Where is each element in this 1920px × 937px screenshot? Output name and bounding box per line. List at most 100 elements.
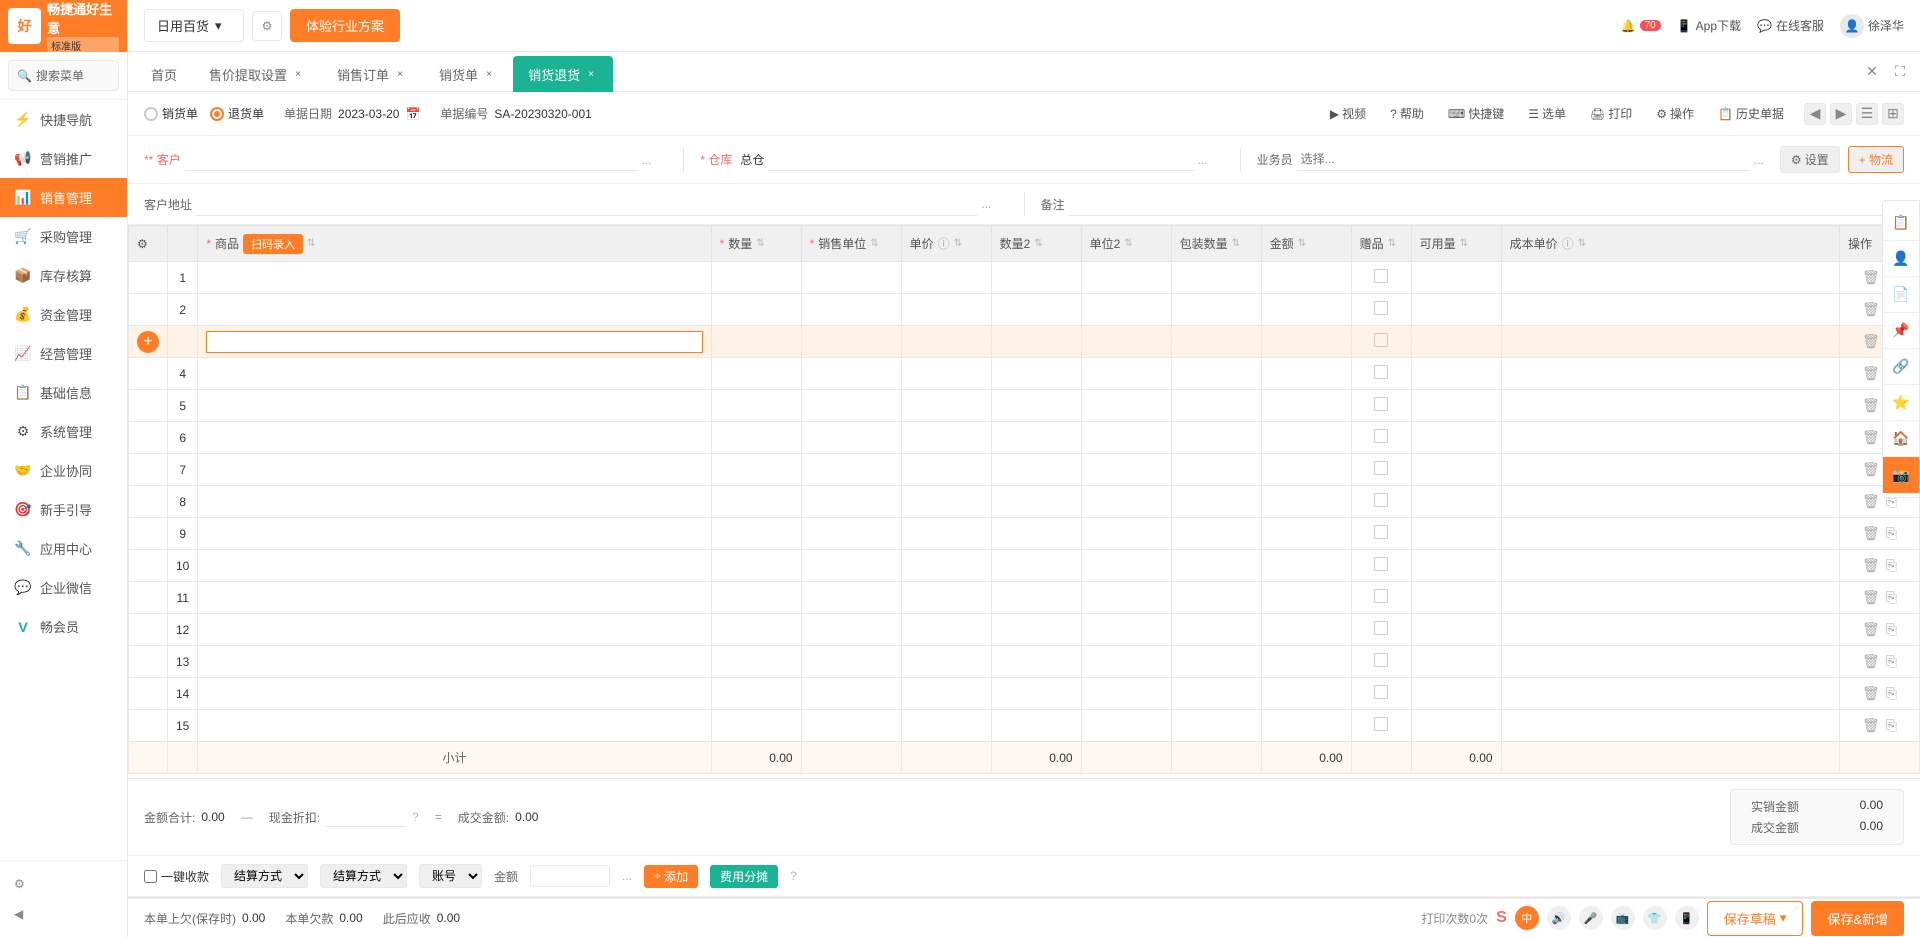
account-method-select[interactable]: 结算方式 xyxy=(221,864,308,888)
payment-help-icon[interactable]: ? xyxy=(790,869,797,883)
product-input-3[interactable] xyxy=(206,331,702,353)
delete-row-icon-1[interactable]: 🗑 xyxy=(1862,269,1880,286)
sort-unit2-icon[interactable]: ⇅ xyxy=(1124,238,1132,249)
sidebar-settings[interactable]: ⚙ xyxy=(0,869,127,899)
delete-icon[interactable]: 🗑 xyxy=(1862,397,1880,414)
logistics-btn[interactable]: + 物流 xyxy=(1848,146,1904,173)
user-avatar[interactable]: 👤 徐泽华 xyxy=(1840,14,1904,38)
sort-avail-icon[interactable]: ⇅ xyxy=(1460,238,1468,249)
address-picker-btn[interactable]: ... xyxy=(981,197,991,211)
search-menu-button[interactable]: 🔍 搜索菜单 xyxy=(8,60,119,91)
delete-icon[interactable]: 🗑 xyxy=(1862,557,1880,574)
fee-split-btn[interactable]: 费用分摊 xyxy=(710,865,778,888)
industry-selector[interactable]: 日用百货 ▾ xyxy=(144,9,244,42)
row-price-2[interactable] xyxy=(901,294,991,326)
address-input[interactable] xyxy=(196,193,977,216)
customer-input[interactable] xyxy=(185,148,638,171)
row-avail-2[interactable] xyxy=(1411,294,1501,326)
row-product-3[interactable] xyxy=(198,326,711,358)
delete-icon[interactable]: 🗑 xyxy=(1862,589,1880,606)
sidebar-item-basic-info[interactable]: 📋 基础信息 xyxy=(0,373,127,412)
delete-icon[interactable]: 🗑 xyxy=(1862,525,1880,542)
payment-amount-input[interactable] xyxy=(530,865,610,887)
view-list-btn[interactable]: ☰ xyxy=(1856,103,1878,125)
copy-icon[interactable]: ⎘ xyxy=(1886,589,1897,606)
prev-record-btn[interactable]: ◀ xyxy=(1804,103,1826,125)
row-avail-1[interactable] xyxy=(1411,262,1501,294)
tab-sale-return[interactable]: 销货退货 × xyxy=(513,56,613,92)
radio-return[interactable]: 退货单 xyxy=(210,105,264,122)
sort-qty2-icon[interactable]: ⇅ xyxy=(1034,238,1042,249)
scan-enter-btn[interactable]: 扫码录入 xyxy=(243,234,303,254)
sort-gift-icon[interactable]: ⇅ xyxy=(1388,238,1396,249)
tab-home[interactable]: 首页 xyxy=(136,56,192,92)
row-pkg-3[interactable] xyxy=(1171,326,1261,358)
row-price-1[interactable] xyxy=(901,262,991,294)
row-gift-3[interactable] xyxy=(1351,326,1411,358)
delete-icon[interactable]: 🗑 xyxy=(1862,621,1880,638)
print-action[interactable]: 🖨 打印 xyxy=(1582,102,1640,125)
sidebar-item-inventory[interactable]: 📦 库存核算 xyxy=(0,256,127,295)
row-cost-3[interactable] xyxy=(1501,326,1839,358)
row-cost-2[interactable] xyxy=(1501,294,1839,326)
delete-icon[interactable]: 🗑 xyxy=(1862,493,1880,510)
sidebar-item-finance[interactable]: 💰 资金管理 xyxy=(0,295,127,334)
rt-clipboard[interactable]: 📋 xyxy=(1883,205,1919,241)
sidebar-item-operations[interactable]: 📈 经营管理 xyxy=(0,334,127,373)
notes-input[interactable] xyxy=(1069,193,1888,216)
sys-icon-3[interactable]: 🔊 xyxy=(1547,906,1571,930)
row-product-1[interactable] xyxy=(198,262,711,294)
sort-product-icon[interactable]: ⇅ xyxy=(307,238,315,249)
row-qty2-1[interactable] xyxy=(991,262,1081,294)
delete-icon[interactable]: 🗑 xyxy=(1862,461,1880,478)
sort-pkg-icon[interactable]: ⇅ xyxy=(1232,238,1240,249)
row-qty-1[interactable] xyxy=(711,262,801,294)
sidebar-item-wechat[interactable]: 💬 企业微信 xyxy=(0,568,127,607)
row-amount-3[interactable] xyxy=(1261,326,1351,358)
add-row-btn[interactable]: + xyxy=(137,331,159,353)
help-action[interactable]: ? 帮助 xyxy=(1382,102,1432,125)
row-unit-1[interactable] xyxy=(801,262,901,294)
sidebar-item-app-center[interactable]: 🔧 应用中心 xyxy=(0,529,127,568)
sort-price-icon[interactable]: ⇅ xyxy=(954,238,962,249)
tab-close-sales-order[interactable]: × xyxy=(393,67,407,81)
rt-home[interactable]: 🏠 xyxy=(1883,421,1919,457)
delete-icon[interactable]: 🗑 xyxy=(1862,685,1880,702)
calendar-icon[interactable]: 📅 xyxy=(405,107,420,121)
row-qty-2[interactable] xyxy=(711,294,801,326)
row-unit2-3[interactable] xyxy=(1081,326,1171,358)
staff-input[interactable] xyxy=(1297,148,1750,171)
delete-row-icon-2[interactable]: 🗑 xyxy=(1862,301,1880,318)
delete-icon[interactable]: 🗑 xyxy=(1862,653,1880,670)
online-service-link[interactable]: 💬 在线客服 xyxy=(1757,17,1824,34)
rt-camera[interactable]: 📸 xyxy=(1883,457,1919,493)
tab-close-sale[interactable]: × xyxy=(482,67,496,81)
copy-icon[interactable]: ⎘ xyxy=(1886,621,1897,638)
row-product-2[interactable] xyxy=(198,294,711,326)
row-avail-3[interactable] xyxy=(1411,326,1501,358)
sidebar-item-marketing[interactable]: 📢 营销推广 xyxy=(0,139,127,178)
delete-icon[interactable]: 🗑 xyxy=(1862,365,1880,382)
sort-amount-icon[interactable]: ⇅ xyxy=(1298,238,1306,249)
copy-icon[interactable]: ⎘ xyxy=(1886,525,1897,542)
discount-input[interactable] xyxy=(326,808,406,827)
sidebar-collapse[interactable]: ◀ xyxy=(0,899,127,929)
row-unit-2[interactable] xyxy=(801,294,901,326)
delete-row-icon-3[interactable]: 🗑 xyxy=(1862,333,1880,350)
row-unit2-2[interactable] xyxy=(1081,294,1171,326)
copy-icon[interactable]: ⎘ xyxy=(1886,717,1897,734)
row-qty-3[interactable] xyxy=(711,326,801,358)
copy-icon[interactable]: ⎘ xyxy=(1886,653,1897,670)
row-qty2-3[interactable] xyxy=(991,326,1081,358)
doc-settings-btn[interactable]: ⚙ 设置 xyxy=(1780,146,1840,173)
tab-close-price-extract[interactable]: × xyxy=(291,67,305,81)
sidebar-item-sales[interactable]: 📊 销售管理 xyxy=(0,178,127,217)
sidebar-item-collab[interactable]: 🤝 企业协同 xyxy=(0,451,127,490)
select-action[interactable]: ☰ 选单 xyxy=(1520,102,1574,125)
sys-icon-1[interactable]: S xyxy=(1496,909,1507,927)
warehouse-picker-btn[interactable]: ... xyxy=(1198,153,1208,167)
tab-sales-order[interactable]: 销售订单 × xyxy=(322,56,422,92)
sidebar-item-vip[interactable]: V 畅会员 xyxy=(0,607,127,646)
view-grid-btn[interactable]: ⊞ xyxy=(1882,103,1904,125)
next-record-btn[interactable]: ▶ xyxy=(1830,103,1852,125)
